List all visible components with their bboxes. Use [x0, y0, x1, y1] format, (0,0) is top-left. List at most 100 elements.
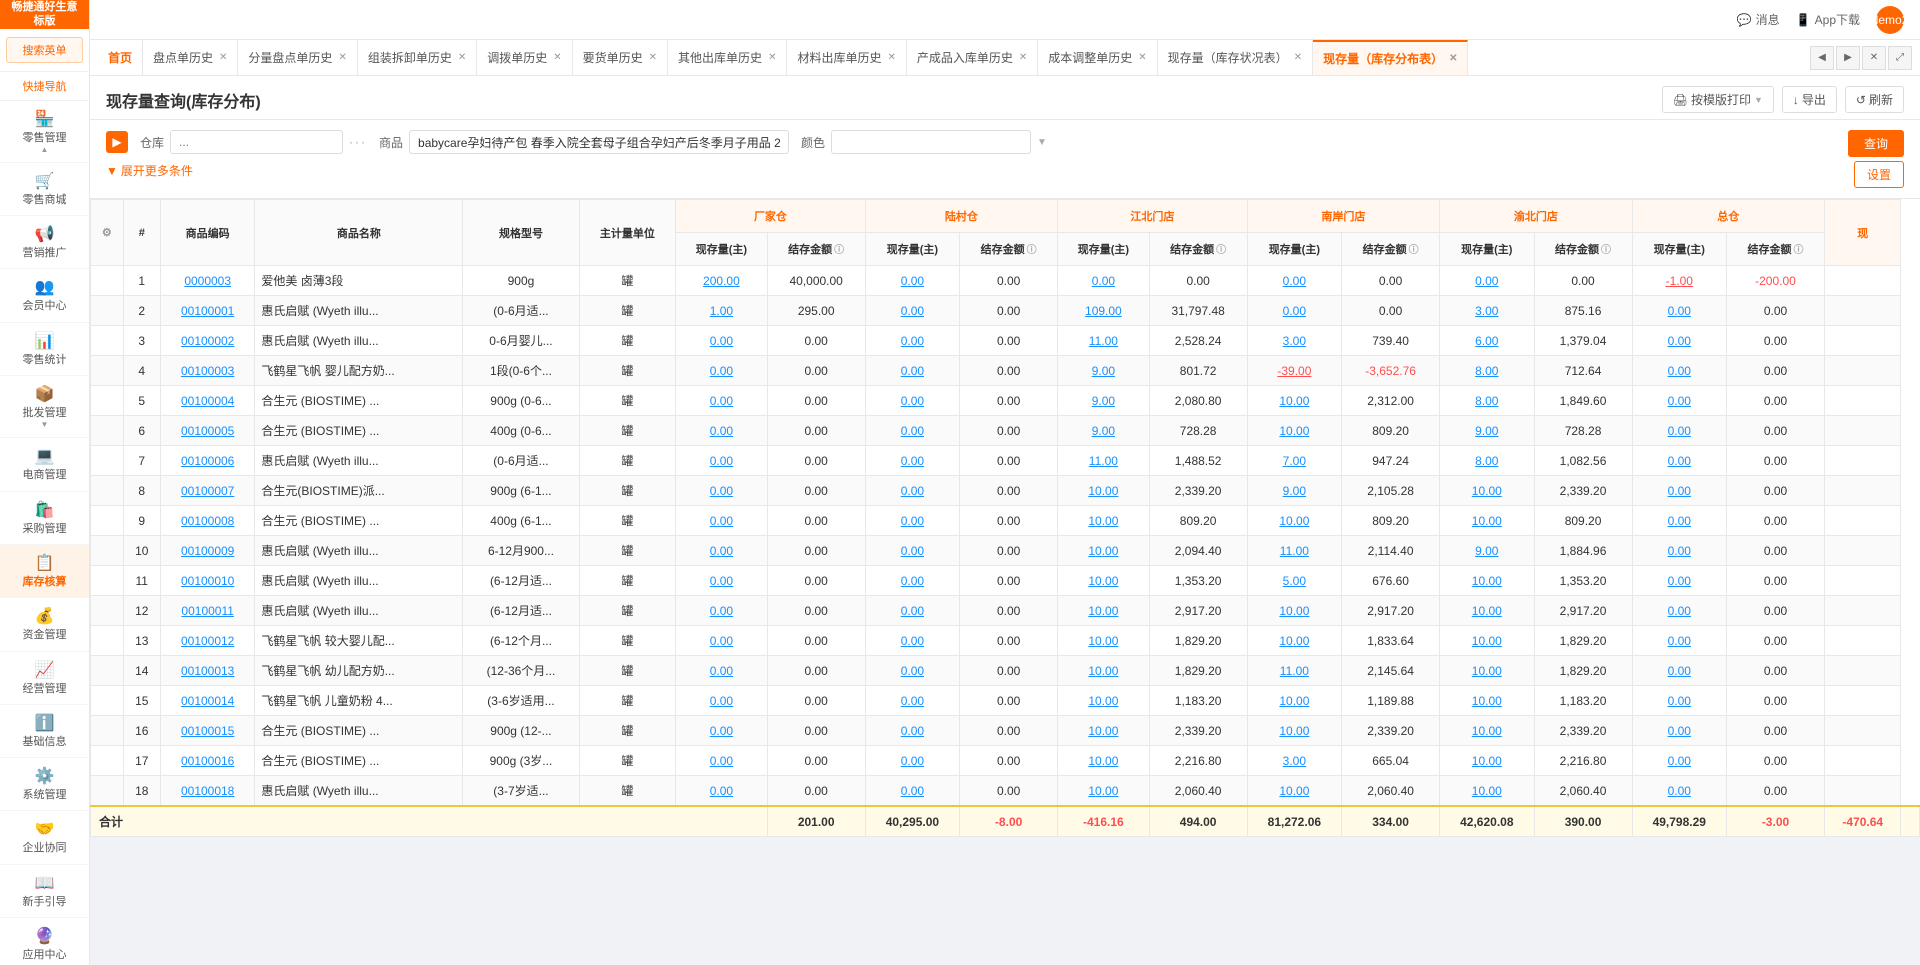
table-container: ⚙ # 商品编码 商品名称 规格型号 主计量单位 厂家仓 陆村仓 江北门店 南岸… — [90, 199, 1920, 837]
product-filter: 商品 — [379, 130, 789, 154]
table-row: 1700100016合生元 (BIOSTIME) ...900g (3岁...罐… — [91, 746, 1920, 776]
sidebar-item-inventory[interactable]: 📋 库存核算 — [0, 545, 89, 598]
export-btn[interactable]: ↓ 导出 — [1782, 86, 1837, 113]
sidebar-item-member[interactable]: 👥 会员中心 — [0, 269, 89, 322]
color-input[interactable] — [831, 130, 1031, 154]
table-row: 800100007合生元(BIOSTIME)派...900g (6-1...罐0… — [91, 476, 1920, 506]
operation-icon: 📈 — [35, 660, 55, 680]
tab-close-4[interactable]: ✕ — [553, 52, 561, 63]
sidebar-item-retail-mgmt[interactable]: 🏪 零售管理 ▲ — [0, 101, 89, 163]
quick-nav-btn[interactable]: 快捷导航 — [0, 72, 89, 101]
tab-item-7[interactable]: 材料出库单历史✕ — [787, 40, 906, 76]
print-btn[interactable]: 🖨 按模版打印 ▼ — [1662, 86, 1774, 113]
col-group-total: 总仓 — [1632, 200, 1824, 233]
sidebar-item-system[interactable]: ⚙️ 系统管理 — [0, 758, 89, 811]
search-single-btn[interactable]: 搜索英单 — [6, 37, 83, 63]
sidebar-item-enterprise[interactable]: 🤝 企业协同 — [0, 811, 89, 864]
filter-toggle-arrow[interactable]: ▶ — [106, 131, 128, 153]
page-header: 现存量查询(库存分布) 🖨 按模版打印 ▼ ↓ 导出 ↺ 刷新 — [90, 76, 1920, 120]
search-button[interactable]: 查询 — [1848, 130, 1904, 157]
appcenter-label: 应用中心 — [23, 948, 67, 962]
tab-nav-btn-1[interactable]: ▶ — [1836, 46, 1860, 70]
col-jiangbei-amt: 结存金额ⓘ — [1149, 233, 1247, 266]
col-nanan-amt: 结存金额ⓘ — [1342, 233, 1440, 266]
ecommerce-label: 电商管理 — [23, 468, 67, 482]
tab-close-1[interactable]: ✕ — [219, 52, 227, 63]
tab-nav-btn-0[interactable]: ◀ — [1810, 46, 1834, 70]
col-yubei-qty: 现存量(主) — [1440, 233, 1534, 266]
tab-nav-btn-2[interactable]: ✕ — [1862, 46, 1886, 70]
sidebar-item-marketing[interactable]: 📢 营销推广 — [0, 216, 89, 269]
col-group-jiangbei: 江北门店 — [1058, 200, 1248, 233]
table-row: 1800100018惠氏启赋 (Wyeth illu...(3-7岁适...罐0… — [91, 776, 1920, 807]
col-nanan-qty: 现存量(主) — [1247, 233, 1341, 266]
tab-nav-btn-3[interactable]: ⤢ — [1888, 46, 1912, 70]
sidebar-item-wholesale[interactable]: 📦 批发管理 ▼ — [0, 376, 89, 438]
tab-close-2[interactable]: ✕ — [338, 52, 346, 63]
col-group-nanan: 南岸门店 — [1247, 200, 1439, 233]
tab-close-9[interactable]: ✕ — [1138, 52, 1146, 63]
sidebar: 畅捷通好生意 标版 搜索英单 快捷导航 🏪 零售管理 ▲ 🛒 零售商城 📢 营销… — [0, 0, 90, 965]
message-btn[interactable]: 💬 消息 — [1737, 11, 1780, 28]
col-settings[interactable]: ⚙ — [91, 200, 124, 266]
filter-expand-btn[interactable]: ▼ 展开更多条件 — [106, 162, 1836, 179]
filter-actions: 查询 设置 — [1848, 130, 1904, 188]
sidebar-item-retail-shop[interactable]: 🛒 零售商城 — [0, 163, 89, 216]
tab-item-3[interactable]: 组装拆卸单历史✕ — [358, 40, 477, 76]
tab-close-6[interactable]: ✕ — [768, 52, 776, 63]
app-download-btn[interactable]: 📱 App下载 — [1796, 11, 1860, 28]
sidebar-item-appcenter[interactable]: 🔮 应用中心 — [0, 918, 89, 965]
member-icon: 👥 — [35, 277, 55, 297]
table-row: 1300100012飞鹤星飞帆 较大婴儿配...(6-12个月...罐0.000… — [91, 626, 1920, 656]
tab-item-11[interactable]: 现存量（库存分布表）✕ — [1313, 40, 1468, 76]
sidebar-item-finance[interactable]: 💰 资金管理 — [0, 598, 89, 651]
download-icon: 📱 — [1796, 13, 1811, 27]
message-icon: 💬 — [1737, 13, 1752, 27]
settings-button[interactable]: 设置 — [1854, 161, 1904, 188]
tab-item-4[interactable]: 调拨单历史✕ — [477, 40, 572, 76]
basic-icon: ℹ️ — [35, 713, 55, 733]
refresh-btn[interactable]: ↺ 刷新 — [1845, 86, 1904, 113]
tab-item-6[interactable]: 其他出库单历史✕ — [668, 40, 787, 76]
sidebar-item-purchase[interactable]: 🛍️ 采购管理 — [0, 492, 89, 545]
tab-close-10[interactable]: ✕ — [1294, 52, 1302, 63]
expand-arrow: ▲ — [41, 145, 49, 154]
finance-icon: 💰 — [35, 606, 55, 626]
tab-item-1[interactable]: 盘点单历史✕ — [143, 40, 238, 76]
shop-label: 零售商城 — [23, 193, 67, 207]
tab-item-10[interactable]: 现存量（库存状况表）✕ — [1158, 40, 1313, 76]
tab-item-9[interactable]: 成本调整单历史✕ — [1038, 40, 1157, 76]
tab-item-8[interactable]: 产成品入库单历史✕ — [907, 40, 1038, 76]
col-product-code: 商品编码 — [160, 200, 254, 266]
tab-close-3[interactable]: ✕ — [458, 52, 466, 63]
col-current: 现 — [1825, 200, 1901, 266]
tab-close-5[interactable]: ✕ — [649, 52, 657, 63]
col-jiangbei-qty: 现存量(主) — [1058, 233, 1149, 266]
table-row: 200100001惠氏启赋 (Wyeth illu...(0-6月适...罐1.… — [91, 296, 1920, 326]
table-row: 1000100009惠氏启赋 (Wyeth illu...6-12月900...… — [91, 536, 1920, 566]
table-row: 600100005合生元 (BIOSTIME) ...400g (0-6...罐… — [91, 416, 1920, 446]
marketing-icon: 📢 — [35, 224, 55, 244]
tab-close-8[interactable]: ✕ — [1019, 52, 1027, 63]
table-row: 1200100011惠氏启赋 (Wyeth illu...(6-12月适...罐… — [91, 596, 1920, 626]
warehouse-filter: 仓库 ··· — [140, 130, 367, 154]
sidebar-item-guide[interactable]: 📖 新手引导 — [0, 865, 89, 918]
user-avatar[interactable]: demo2 — [1876, 6, 1904, 34]
refresh-icon: ↺ — [1856, 93, 1866, 107]
sidebar-item-basic[interactable]: ℹ️ 基础信息 — [0, 705, 89, 758]
col-group-yubei: 渝北门店 — [1440, 200, 1632, 233]
product-input[interactable] — [409, 130, 789, 154]
tab-item-0[interactable]: 首页 — [98, 40, 143, 76]
sidebar-item-retail-stats[interactable]: 📊 零售统计 — [0, 323, 89, 376]
tab-item-5[interactable]: 要货单历史✕ — [573, 40, 668, 76]
color-filter: 颜色 ▼ — [801, 130, 1047, 154]
tab-item-2[interactable]: 分量盘点单历史✕ — [238, 40, 357, 76]
table-row: 1400100013飞鹤星飞帆 幼儿配方奶...(12-36个月...罐0.00… — [91, 656, 1920, 686]
tab-close-11[interactable]: ✕ — [1449, 53, 1457, 64]
sidebar-logo: 畅捷通好生意 标版 — [0, 0, 89, 29]
wholesale-arrow: ▼ — [41, 420, 49, 429]
tab-close-7[interactable]: ✕ — [887, 52, 895, 63]
sidebar-item-operation[interactable]: 📈 经营管理 — [0, 652, 89, 705]
sidebar-item-ecommerce[interactable]: 💻 电商管理 — [0, 438, 89, 491]
warehouse-input[interactable] — [170, 130, 343, 154]
